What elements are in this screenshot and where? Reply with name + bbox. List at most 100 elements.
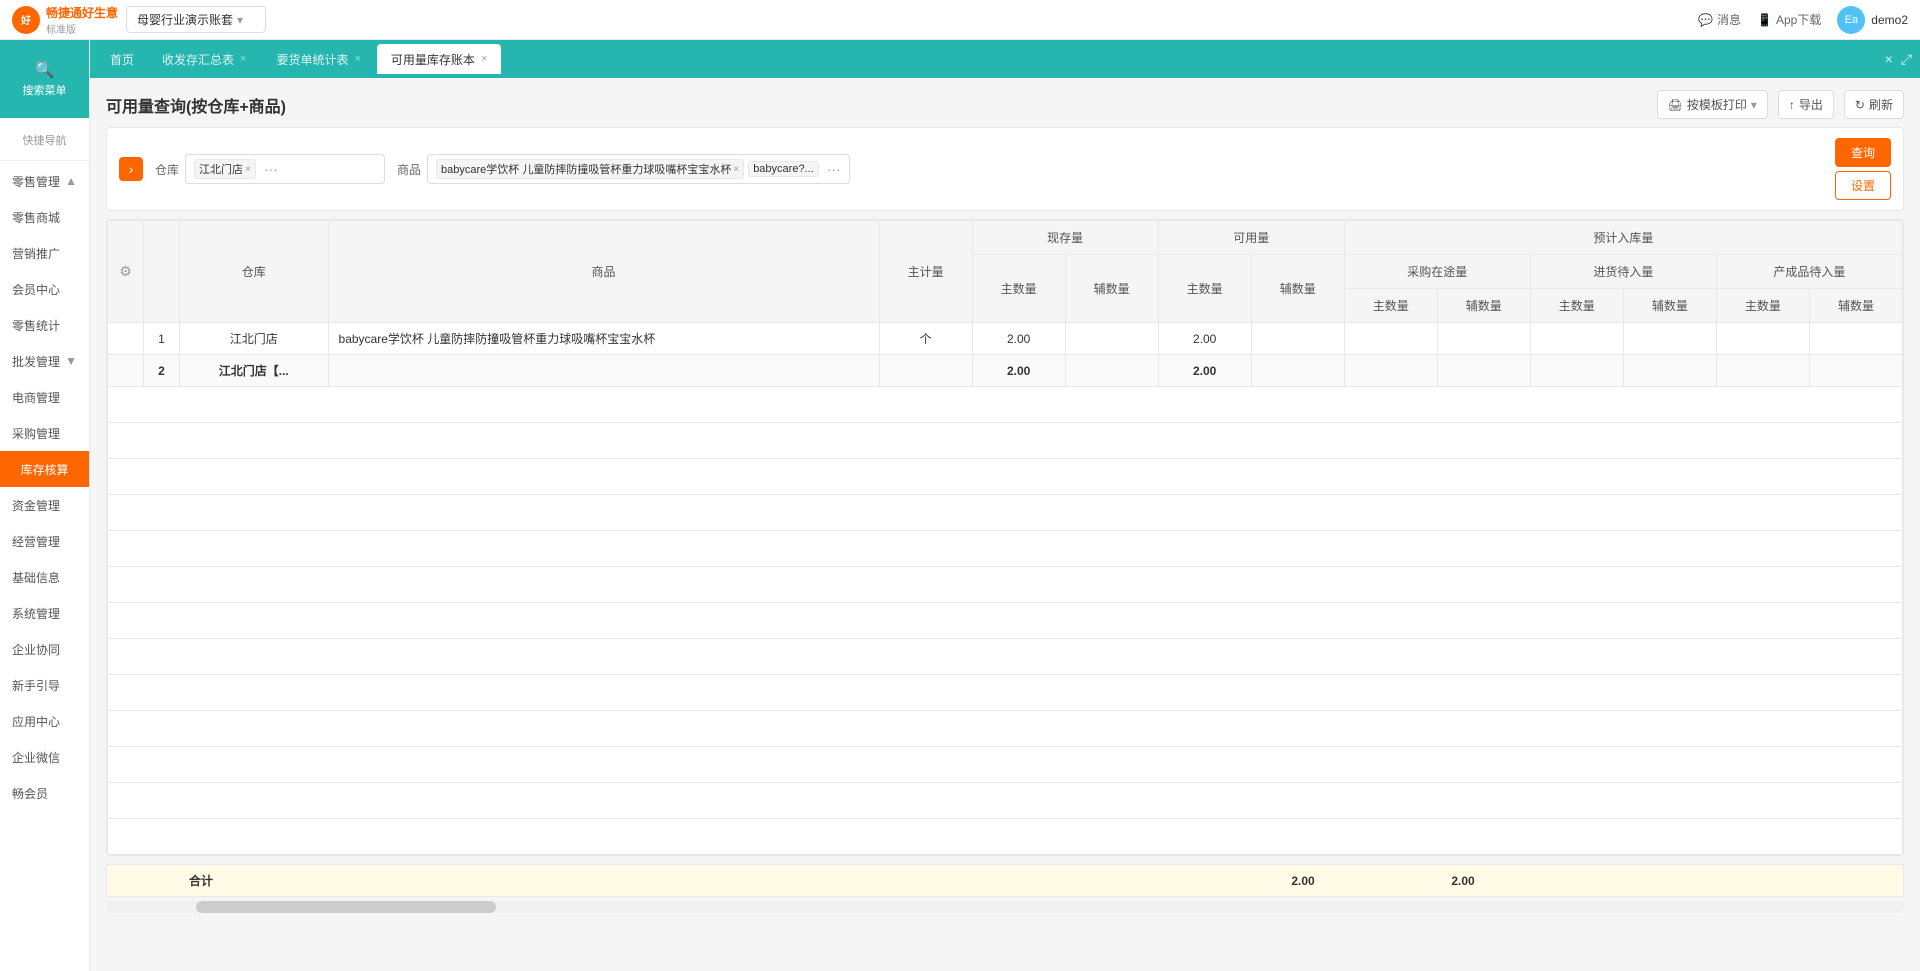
- th-stock-main: 主数量: [972, 255, 1065, 323]
- th-production-aux: 辅数量: [1809, 289, 1902, 323]
- footer-label: 合计: [179, 872, 259, 889]
- export-icon: ↑: [1789, 98, 1795, 112]
- filter-toggle-button[interactable]: ›: [119, 157, 143, 181]
- sidebar-item-retail-mgmt[interactable]: 零售管理 ▲: [0, 163, 89, 199]
- tab-close-available[interactable]: ×: [481, 53, 487, 65]
- print-button[interactable]: 🖨 按模板打印 ▾: [1657, 90, 1768, 119]
- page-actions: 🖨 按模板打印 ▾ ↑ 导出 ↻ 刷新: [1657, 90, 1904, 119]
- sidebar-item-enterprise-collab[interactable]: 企业协同: [0, 631, 89, 667]
- sidebar: 🔍 搜索菜单 快捷导航 零售管理 ▲ 零售商城 营销推广 会员中心 零售统计 批…: [0, 0, 90, 971]
- setting-button[interactable]: 设置: [1835, 171, 1891, 200]
- search-icon: 🔍: [35, 60, 55, 80]
- sidebar-item-member[interactable]: 畅会员: [0, 775, 89, 811]
- product-ellipsis[interactable]: ···: [827, 161, 841, 177]
- sidebar-item-batch-mgmt[interactable]: 批发管理 ▼: [0, 343, 89, 379]
- warehouse-label: 仓库: [155, 161, 179, 178]
- message-button[interactable]: 💬 消息: [1698, 11, 1741, 28]
- th-purchase-aux: 辅数量: [1437, 289, 1530, 323]
- logo-area: 好 畅捷通好生意 标准版: [12, 4, 118, 36]
- product-tag-1-close[interactable]: ×: [733, 164, 739, 175]
- product-input[interactable]: babycare学饮杯 儿童防摔防撞吸管杯重力球吸嘴杯宝宝水杯 × babyca…: [427, 154, 850, 184]
- th-stock-aux: 辅数量: [1065, 255, 1158, 323]
- app-download-button[interactable]: 📱 App下载: [1757, 11, 1821, 28]
- sidebar-item-sys-mgmt[interactable]: 系统管理: [0, 595, 89, 631]
- table-row-empty: [108, 567, 1903, 603]
- refresh-button[interactable]: ↻ 刷新: [1844, 90, 1904, 119]
- warehouse-filter: 仓库 江北门店 × ···: [155, 154, 385, 184]
- app-label: App下载: [1776, 11, 1821, 28]
- tab-order-stats[interactable]: 要货单统计表 ×: [262, 44, 374, 74]
- th-purchase-main: 主数量: [1344, 289, 1437, 323]
- sidebar-item-finance[interactable]: 资金管理: [0, 487, 89, 523]
- horizontal-scrollbar[interactable]: [106, 901, 1904, 913]
- user-profile[interactable]: Ea demo2: [1837, 6, 1908, 34]
- sidebar-item-member-center[interactable]: 会员中心: [0, 271, 89, 307]
- table-row-empty: [108, 423, 1903, 459]
- refresh-icon: ↻: [1855, 98, 1865, 112]
- footer-stock-main: 2.00: [1263, 874, 1343, 888]
- tab-bar-right: × ⤢: [1885, 51, 1912, 68]
- th-available: 可用量: [1158, 221, 1344, 255]
- warehouse-ellipsis[interactable]: ···: [264, 161, 278, 177]
- scrollbar-thumb[interactable]: [196, 901, 496, 913]
- sidebar-item-quick-nav[interactable]: 快捷导航: [0, 122, 89, 158]
- table-footer: 合计 2.00 2.00: [106, 864, 1904, 897]
- table-row-empty: [108, 711, 1903, 747]
- sidebar-item-marketing[interactable]: 营销推广: [0, 235, 89, 271]
- th-settings: ⚙: [108, 221, 144, 323]
- th-production-pending: 产成品待入量: [1716, 255, 1902, 289]
- sidebar-item-new-guide[interactable]: 新手引导: [0, 667, 89, 703]
- tab-close-receipt[interactable]: ×: [240, 53, 246, 65]
- logo-icon: 好: [12, 6, 40, 34]
- search-menu-button[interactable]: 🔍 搜索菜单: [0, 40, 89, 118]
- data-table: ⚙ 仓库 商品 主计量 现存量 可用量 预计入库量 主数量 辅数量 主数量 辅数…: [107, 220, 1903, 855]
- warehouse-input[interactable]: 江北门店 × ···: [185, 154, 385, 184]
- search-menu-label: 搜索菜单: [23, 82, 67, 98]
- tab-available-stock[interactable]: 可用量库存账本 ×: [377, 44, 501, 74]
- table-row-empty: [108, 675, 1903, 711]
- product-label: 商品: [397, 161, 421, 178]
- logo-title: 畅捷通好生意: [46, 4, 118, 21]
- column-settings-icon[interactable]: ⚙: [119, 263, 132, 279]
- sidebar-item-purchase[interactable]: 采购管理: [0, 415, 89, 451]
- tab-home[interactable]: 首页: [98, 51, 146, 68]
- sidebar-nav: 快捷导航 零售管理 ▲ 零售商城 营销推广 会员中心 零售统计 批发管理 ▼ 电…: [0, 118, 89, 815]
- sidebar-item-retail-stats[interactable]: 零售统计: [0, 307, 89, 343]
- sidebar-item-app-center[interactable]: 应用中心: [0, 703, 89, 739]
- expand-icon[interactable]: ⤢: [1901, 51, 1912, 68]
- query-button[interactable]: 查询: [1835, 138, 1891, 167]
- tab-bar: 首页 收发存汇总表 × 要货单统计表 × 可用量库存账本 × × ⤢: [90, 40, 1920, 78]
- warehouse-tag-close[interactable]: ×: [245, 164, 251, 175]
- close-all-tabs-icon[interactable]: ×: [1885, 51, 1893, 67]
- th-purchase-transit: 采购在途量: [1344, 255, 1530, 289]
- table-row-empty: [108, 459, 1903, 495]
- table-area: ⚙ 仓库 商品 主计量 现存量 可用量 预计入库量 主数量 辅数量 主数量 辅数…: [106, 219, 1904, 856]
- chevron-down-icon: ▾: [237, 13, 243, 27]
- table-row-empty: [108, 531, 1903, 567]
- th-avail-aux: 辅数量: [1251, 255, 1344, 323]
- sidebar-item-inventory[interactable]: 库存核算: [0, 451, 89, 487]
- sidebar-item-basic-info[interactable]: 基础信息: [0, 559, 89, 595]
- table-row-empty: [108, 747, 1903, 783]
- sidebar-item-ecom[interactable]: 电商管理: [0, 379, 89, 415]
- chevron-right-icon: ›: [129, 161, 134, 177]
- product-tag-2: babycare?...: [748, 161, 819, 177]
- chevron-down-icon3: ▾: [1751, 98, 1757, 112]
- industry-selector[interactable]: 母婴行业演示账套 ▾: [126, 6, 266, 33]
- th-avail-main: 主数量: [1158, 255, 1251, 323]
- avatar: Ea: [1837, 6, 1865, 34]
- tab-close-order[interactable]: ×: [354, 53, 360, 65]
- th-inbound-aux: 辅数量: [1623, 289, 1716, 323]
- export-button[interactable]: ↑ 导出: [1778, 90, 1834, 119]
- th-warehouse: 仓库: [180, 221, 329, 323]
- tab-receipt-summary[interactable]: 收发存汇总表 ×: [148, 44, 260, 74]
- sidebar-item-retail-mall[interactable]: 零售商城: [0, 199, 89, 235]
- sidebar-item-enterprise-wechat[interactable]: 企业微信: [0, 739, 89, 775]
- th-main-unit: 主计量: [879, 221, 972, 323]
- filter-action-buttons: 查询 设置: [1835, 138, 1891, 200]
- sidebar-item-ops[interactable]: 经营管理: [0, 523, 89, 559]
- table-row-empty: [108, 603, 1903, 639]
- logo-sub: 标准版: [46, 21, 118, 36]
- th-product: 商品: [328, 221, 879, 323]
- product-filter: 商品 babycare学饮杯 儿童防摔防撞吸管杯重力球吸嘴杯宝宝水杯 × bab…: [397, 154, 850, 184]
